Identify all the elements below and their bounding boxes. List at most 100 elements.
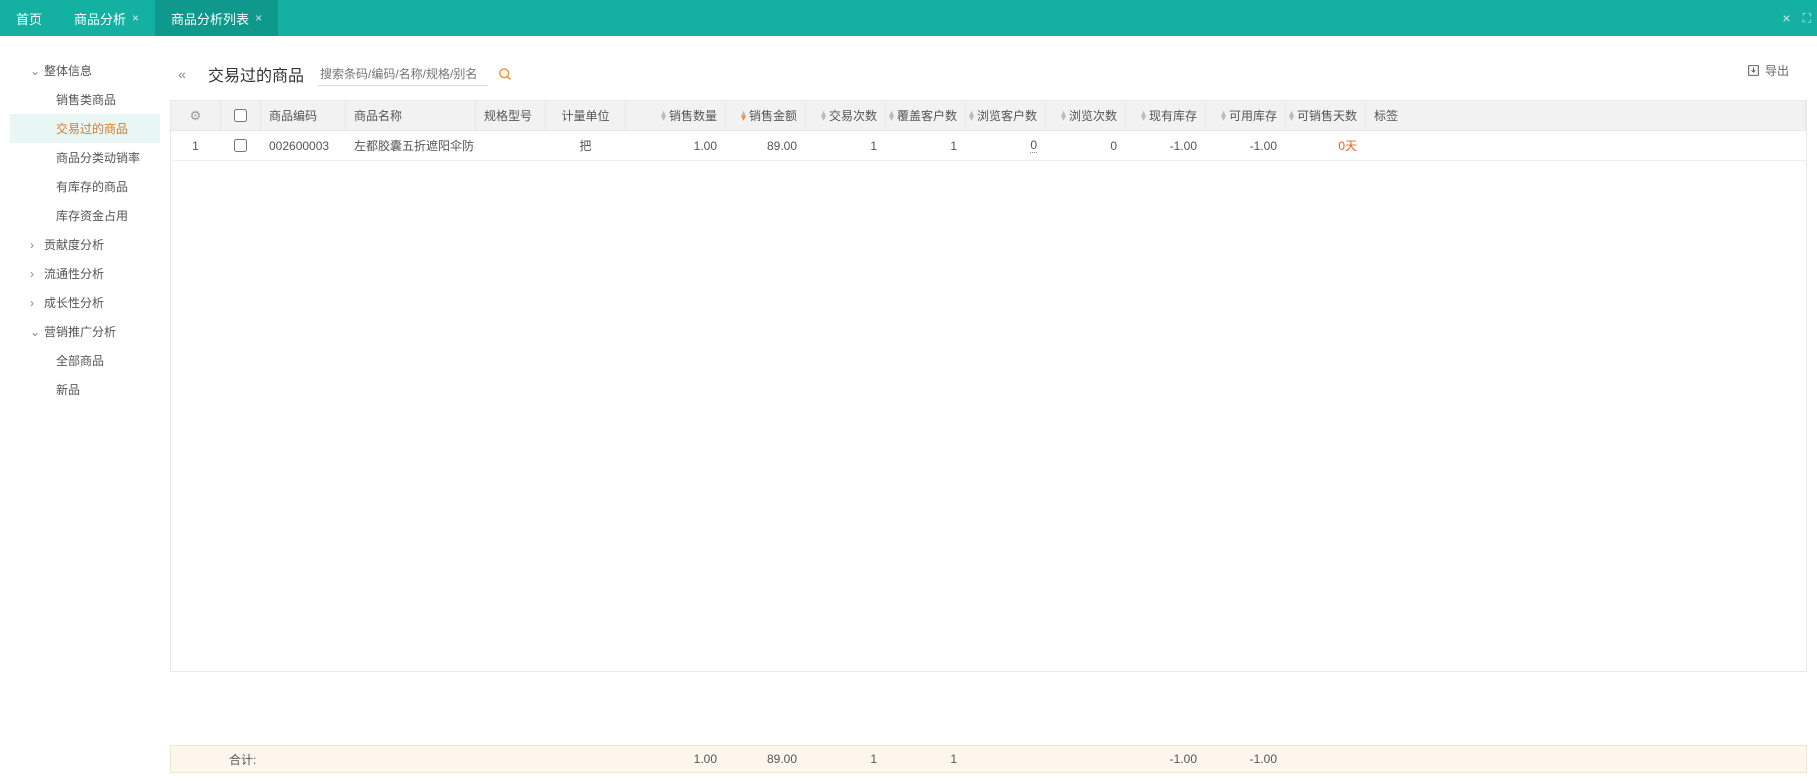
export-button[interactable]: 导出 xyxy=(1747,62,1789,79)
settings-header[interactable]: ⚙ xyxy=(171,101,221,130)
sidebar: ⌄ 整体信息 销售类商品 交易过的商品 商品分类动销率 有库存的商品 库存资金占… xyxy=(10,54,160,781)
col-cover-cust[interactable]: ▴▾覆盖客户数 xyxy=(886,101,966,130)
sidebar-group-marketing-label: 营销推广分析 xyxy=(44,323,116,340)
total-trade-cnt: 1 xyxy=(806,746,886,772)
cell-sales-qty: 1.00 xyxy=(626,131,726,160)
col-trade-cnt[interactable]: ▴▾交易次数 xyxy=(806,101,886,130)
col-browse-cnt-label: 浏览次数 xyxy=(1069,107,1117,124)
cell-code: 002600003 xyxy=(261,131,346,160)
col-model[interactable]: 规格型号 xyxy=(476,101,546,130)
cell-browse-cnt: 0 xyxy=(1046,131,1126,160)
browse-cust-link[interactable]: 0 xyxy=(1030,138,1037,153)
cell-unit: 把 xyxy=(546,131,626,160)
close-all-icon[interactable]: × xyxy=(1782,10,1790,26)
col-browse-cust[interactable]: ▴▾浏览客户数 xyxy=(966,101,1046,130)
select-all-header[interactable] xyxy=(221,101,261,130)
sidebar-item-instock-goods[interactable]: 有库存的商品 xyxy=(10,172,160,201)
sidebar-item-traded-goods[interactable]: 交易过的商品 xyxy=(10,114,160,143)
collapse-sidebar-button[interactable]: « xyxy=(170,62,194,86)
col-browse-cust-label: 浏览客户数 xyxy=(977,107,1037,124)
col-sales-qty[interactable]: ▴▾销售数量 xyxy=(626,101,726,130)
sidebar-item-stock-capital[interactable]: 库存资金占用 xyxy=(10,201,160,230)
tab-home-label: 首页 xyxy=(16,9,42,28)
col-sale-days[interactable]: ▴▾可销售天数 xyxy=(1286,101,1366,130)
sort-icon: ▴▾ xyxy=(821,111,826,121)
search-input[interactable] xyxy=(318,63,488,86)
col-unit-label: 计量单位 xyxy=(561,107,609,124)
table-footer-totals: 合计: 1.00 89.00 1 1 -1.00 -1.00 xyxy=(170,745,1807,773)
sidebar-item-sales-goods[interactable]: 销售类商品 xyxy=(10,85,160,114)
col-stock-avail-label: 可用库存 xyxy=(1229,107,1277,124)
export-icon xyxy=(1747,64,1760,77)
sort-icon: ▴▾ xyxy=(741,111,746,121)
total-stock-now: -1.00 xyxy=(1126,746,1206,772)
col-unit[interactable]: 计量单位 xyxy=(546,101,626,130)
close-icon[interactable]: × xyxy=(255,11,262,25)
cell-tags xyxy=(1366,131,1806,160)
chevron-right-icon: › xyxy=(30,267,40,281)
chevron-down-icon: ⌄ xyxy=(30,64,40,78)
sidebar-item-new-goods[interactable]: 新品 xyxy=(10,375,160,404)
total-cover-cust: 1 xyxy=(886,746,966,772)
top-right-controls: × ⛶ xyxy=(1782,0,1809,36)
table-row[interactable]: 1 002600003 左都胶囊五折遮阳伞防晒伞; 把 1.00 89.00 1… xyxy=(171,131,1806,161)
col-cover-cust-label: 覆盖客户数 xyxy=(897,107,957,124)
tab-analysis-label: 商品分析 xyxy=(74,9,126,28)
sidebar-item-category-turnover[interactable]: 商品分类动销率 xyxy=(10,143,160,172)
col-sale-days-label: 可销售天数 xyxy=(1297,107,1357,124)
col-tags[interactable]: 标签 xyxy=(1366,101,1806,130)
sidebar-group-liquidity[interactable]: › 流通性分析 xyxy=(10,259,160,288)
tab-home[interactable]: 首页 xyxy=(0,0,58,36)
col-sales-amt[interactable]: ▴▾销售金额 xyxy=(726,101,806,130)
search-icon[interactable] xyxy=(498,67,513,82)
sidebar-group-contribution[interactable]: › 贡献度分析 xyxy=(10,230,160,259)
fullscreen-icon[interactable]: ⛶ xyxy=(1803,11,1809,26)
sort-icon: ▴▾ xyxy=(1221,111,1226,121)
tab-analysis-list-label: 商品分析列表 xyxy=(171,9,249,28)
col-sales-qty-label: 销售数量 xyxy=(669,107,717,124)
total-sales-amt: 89.00 xyxy=(726,746,806,772)
sort-icon: ▴▾ xyxy=(1061,111,1066,121)
col-stock-avail[interactable]: ▴▾可用库存 xyxy=(1206,101,1286,130)
cell-browse-cust[interactable]: 0 xyxy=(966,131,1046,160)
col-code[interactable]: 商品编码 xyxy=(261,101,346,130)
main-content: « 交易过的商品 导出 ⚙ 商品编码 xyxy=(160,54,1817,781)
cell-model xyxy=(476,131,546,160)
cell-trade-cnt: 1 xyxy=(806,131,886,160)
col-tags-label: 标签 xyxy=(1374,107,1398,124)
sidebar-group-overview[interactable]: ⌄ 整体信息 xyxy=(10,56,160,85)
tab-analysis-list[interactable]: 商品分析列表 × xyxy=(155,0,278,36)
close-icon[interactable]: × xyxy=(132,11,139,25)
export-label: 导出 xyxy=(1765,62,1789,79)
tab-analysis[interactable]: 商品分析 × xyxy=(58,0,155,36)
total-label: 合计: xyxy=(221,746,261,772)
row-select[interactable] xyxy=(221,131,261,160)
row-index: 1 xyxy=(171,131,221,160)
col-code-label: 商品编码 xyxy=(269,107,317,124)
cell-stock-now: -1.00 xyxy=(1126,131,1206,160)
sidebar-group-growth[interactable]: › 成长性分析 xyxy=(10,288,160,317)
chevron-right-icon: › xyxy=(30,238,40,252)
col-stock-now[interactable]: ▴▾现有库存 xyxy=(1126,101,1206,130)
top-tab-bar: 首页 商品分析 × 商品分析列表 × × ⛶ xyxy=(0,0,1817,36)
col-model-label: 规格型号 xyxy=(484,107,532,124)
table-body: 1 002600003 左都胶囊五折遮阳伞防晒伞; 把 1.00 89.00 1… xyxy=(171,131,1806,671)
chevron-down-icon: ⌄ xyxy=(30,325,40,339)
gear-icon: ⚙ xyxy=(190,108,202,124)
select-all-checkbox[interactable] xyxy=(234,109,247,122)
sort-icon: ▴▾ xyxy=(661,111,666,121)
col-name-label: 商品名称 xyxy=(354,107,402,124)
sidebar-item-all-goods[interactable]: 全部商品 xyxy=(10,346,160,375)
main-header: « 交易过的商品 导出 xyxy=(170,54,1807,94)
sort-icon: ▴▾ xyxy=(1289,111,1294,121)
total-stock-avail: -1.00 xyxy=(1206,746,1286,772)
data-table: ⚙ 商品编码 商品名称 规格型号 计量单位 ▴▾销售数量 ▴▾销售金额 ▴▾交易… xyxy=(170,100,1807,672)
row-checkbox[interactable] xyxy=(234,139,247,152)
total-sales-qty: 1.00 xyxy=(626,746,726,772)
sidebar-group-marketing[interactable]: ⌄ 营销推广分析 xyxy=(10,317,160,346)
sidebar-group-contribution-label: 贡献度分析 xyxy=(44,236,104,253)
col-sales-amt-label: 销售金额 xyxy=(749,107,797,124)
cell-sales-amt: 89.00 xyxy=(726,131,806,160)
col-name[interactable]: 商品名称 xyxy=(346,101,476,130)
col-browse-cnt[interactable]: ▴▾浏览次数 xyxy=(1046,101,1126,130)
